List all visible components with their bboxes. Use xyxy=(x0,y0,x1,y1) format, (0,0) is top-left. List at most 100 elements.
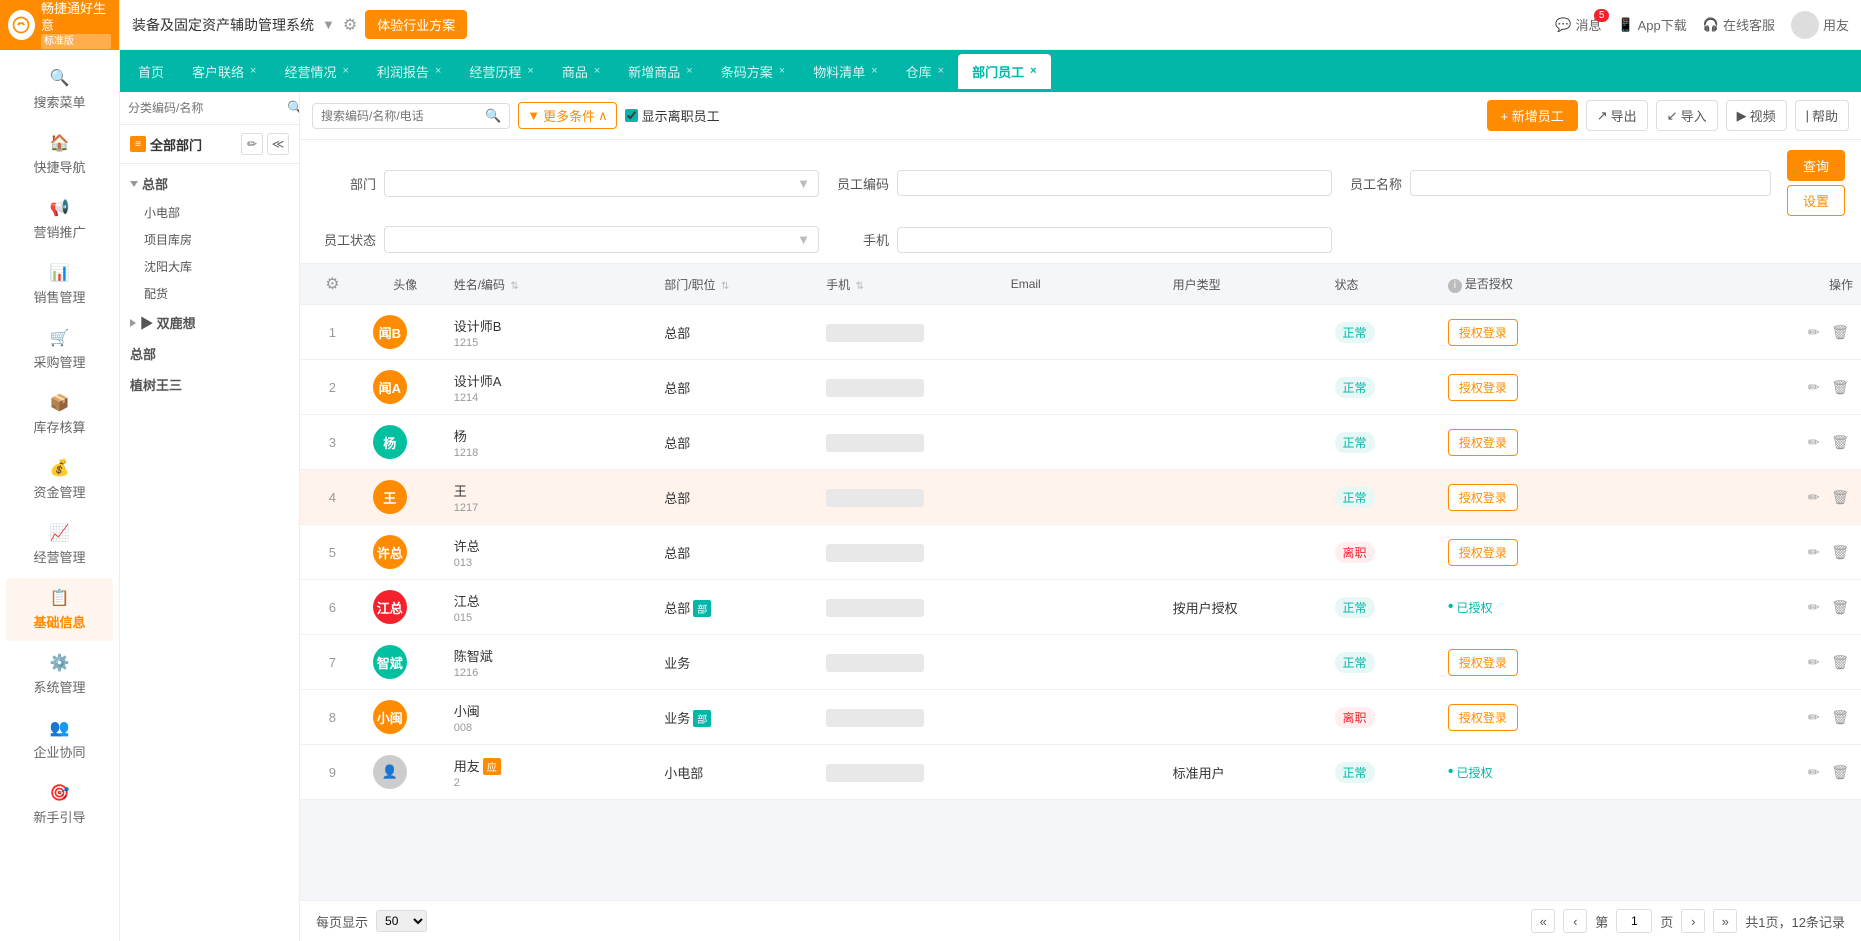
help-btn[interactable]: | 帮助 xyxy=(1795,100,1849,131)
tab-warehouse[interactable]: 仓库× xyxy=(892,54,958,89)
show-resigned-checkbox[interactable]: 显示离职员工 xyxy=(625,106,720,125)
first-page-btn[interactable]: « xyxy=(1531,909,1555,933)
auth-login-btn[interactable]: 授权登录 xyxy=(1448,374,1518,401)
dept-search-icon[interactable]: 🔍 xyxy=(287,100,300,116)
sidebar-item-basic[interactable]: 📋基础信息 xyxy=(6,578,113,641)
query-btn[interactable]: 查询 xyxy=(1787,150,1845,181)
dropdown-arrow[interactable]: ▼ xyxy=(322,17,335,32)
dept-search-input[interactable] xyxy=(128,101,283,115)
close-tab-history[interactable]: × xyxy=(527,65,533,77)
edit-btn[interactable]: ✏ xyxy=(1804,707,1824,728)
sidebar-item-marketing[interactable]: 📢营销推广 xyxy=(6,188,113,251)
app-download-btn[interactable]: 📱 App下载 xyxy=(1617,15,1686,34)
th-phone[interactable]: 手机 ⇅ xyxy=(818,264,1003,305)
th-name[interactable]: 姓名/编码 ⇅ xyxy=(446,264,657,305)
import-btn[interactable]: ↙ 导入 xyxy=(1656,100,1718,131)
tab-barcode[interactable]: 条码方案× xyxy=(707,54,799,89)
last-page-btn[interactable]: » xyxy=(1713,909,1737,933)
more-filter-btn[interactable]: ▼ 更多条件 ∧ xyxy=(518,102,616,129)
add-employee-btn[interactable]: + 新增员工 xyxy=(1487,100,1578,131)
sidebar-item-search[interactable]: 🔍搜索菜单 xyxy=(6,58,113,121)
edit-btn[interactable]: ✏ xyxy=(1804,322,1824,343)
close-tab-bom[interactable]: × xyxy=(871,65,877,77)
sidebar-item-guide[interactable]: 🎯新手引导 xyxy=(6,773,113,836)
tab-history[interactable]: 经营历程× xyxy=(455,54,547,89)
dept-edit-btn[interactable]: ✏ xyxy=(241,133,263,155)
edit-btn[interactable]: ✏ xyxy=(1804,542,1824,563)
th-dept[interactable]: 部门/职位 ⇅ xyxy=(656,264,818,305)
edit-btn[interactable]: ✏ xyxy=(1804,487,1824,508)
close-tab-profit[interactable]: × xyxy=(435,65,441,77)
tab-bom[interactable]: 物料清单× xyxy=(799,54,891,89)
dept-group-plant-header[interactable]: 植树王三 xyxy=(120,369,299,400)
dept-child-project[interactable]: 项目库房 xyxy=(120,226,299,253)
dept-group-general-header[interactable]: 总部 xyxy=(120,168,299,199)
tab-dept-employee[interactable]: 部门员工× xyxy=(958,54,1050,89)
close-tab-customer[interactable]: × xyxy=(250,65,256,77)
delete-btn[interactable]: 🗑 xyxy=(1827,322,1853,343)
tab-goods[interactable]: 商品× xyxy=(548,54,614,89)
sidebar-item-collab[interactable]: 👥企业协同 xyxy=(6,708,113,771)
export-btn[interactable]: ↗ 导出 xyxy=(1586,100,1648,131)
auth-login-btn[interactable]: 授权登录 xyxy=(1448,484,1518,511)
tab-add-goods[interactable]: 新增商品× xyxy=(614,54,706,89)
tab-profit[interactable]: 利润报告× xyxy=(363,54,455,89)
emp-status-select[interactable]: ▼ xyxy=(384,226,819,253)
settings-icon[interactable]: ⚙ xyxy=(343,15,357,35)
sidebar-item-business[interactable]: 📈经营管理 xyxy=(6,513,113,576)
dept-child-dispatch[interactable]: 配货 xyxy=(120,280,299,307)
auth-login-btn[interactable]: 授权登录 xyxy=(1448,429,1518,456)
auth-login-btn[interactable]: 授权登录 xyxy=(1448,704,1518,731)
dept-group-hq-header[interactable]: 总部 xyxy=(120,338,299,369)
edit-btn[interactable]: ✏ xyxy=(1804,432,1824,453)
close-tab-warehouse[interactable]: × xyxy=(938,65,944,77)
emp-code-input[interactable] xyxy=(897,170,1332,196)
sidebar-item-finance[interactable]: 💰资金管理 xyxy=(6,448,113,511)
delete-btn[interactable]: 🗑 xyxy=(1827,652,1853,673)
dept-select[interactable]: ▼ xyxy=(384,170,819,197)
tab-customer[interactable]: 客户联络× xyxy=(178,54,270,89)
close-tab-barcode[interactable]: × xyxy=(779,65,785,77)
sidebar-item-nav[interactable]: 🏠快捷导航 xyxy=(6,123,113,186)
delete-btn[interactable]: 🗑 xyxy=(1827,542,1853,563)
edit-btn[interactable]: ✏ xyxy=(1804,652,1824,673)
tab-operation[interactable]: 经营情况× xyxy=(270,54,362,89)
dept-child-small-elec[interactable]: 小电部 xyxy=(120,199,299,226)
search-icon[interactable]: 🔍 xyxy=(485,108,501,124)
close-tab-add-goods[interactable]: × xyxy=(686,65,692,77)
delete-btn[interactable]: 🗑 xyxy=(1827,707,1853,728)
dept-group-dual-header[interactable]: ▶ 双鹿想 xyxy=(120,307,299,338)
page-size-select[interactable]: 50 100 xyxy=(376,910,427,932)
close-tab-operation[interactable]: × xyxy=(342,65,348,77)
all-dept-label[interactable]: ≡ 全部部门 xyxy=(130,135,202,154)
sidebar-item-system[interactable]: ⚙️系统管理 xyxy=(6,643,113,706)
emp-name-input[interactable] xyxy=(1410,170,1771,196)
sidebar-item-inventory[interactable]: 📦库存核算 xyxy=(6,383,113,446)
set-btn[interactable]: 设置 xyxy=(1787,185,1845,216)
phone-input[interactable] xyxy=(897,227,1332,253)
edit-btn[interactable]: ✏ xyxy=(1804,597,1824,618)
prev-page-btn[interactable]: ‹ xyxy=(1563,909,1587,933)
online-service-btn[interactable]: 🎧 在线客服 xyxy=(1703,15,1775,34)
tab-home[interactable]: 首页 xyxy=(124,54,178,89)
auth-login-btn[interactable]: 授权登录 xyxy=(1448,539,1518,566)
sidebar-item-purchase[interactable]: 🛒采购管理 xyxy=(6,318,113,381)
message-btn[interactable]: 💬 消息 5 xyxy=(1555,15,1601,34)
trial-button[interactable]: 体验行业方案 xyxy=(365,10,467,39)
delete-btn[interactable]: 🗑 xyxy=(1827,597,1853,618)
delete-btn[interactable]: 🗑 xyxy=(1827,762,1853,783)
search-input[interactable] xyxy=(321,109,481,123)
user-btn[interactable]: 用友 xyxy=(1791,11,1849,39)
auth-login-btn[interactable]: 授权登录 xyxy=(1448,649,1518,676)
close-tab-goods[interactable]: × xyxy=(594,65,600,77)
dept-child-shenyang[interactable]: 沈阳大库 xyxy=(120,253,299,280)
delete-btn[interactable]: 🗑 xyxy=(1827,377,1853,398)
next-page-btn[interactable]: › xyxy=(1681,909,1705,933)
page-input[interactable] xyxy=(1616,909,1652,933)
th-settings[interactable]: ⚙ xyxy=(300,264,365,305)
delete-btn[interactable]: 🗑 xyxy=(1827,432,1853,453)
delete-btn[interactable]: 🗑 xyxy=(1827,487,1853,508)
sidebar-item-sales[interactable]: 📊销售管理 xyxy=(6,253,113,316)
edit-btn[interactable]: ✏ xyxy=(1804,377,1824,398)
dept-collapse-btn[interactable]: ≪ xyxy=(267,133,289,155)
